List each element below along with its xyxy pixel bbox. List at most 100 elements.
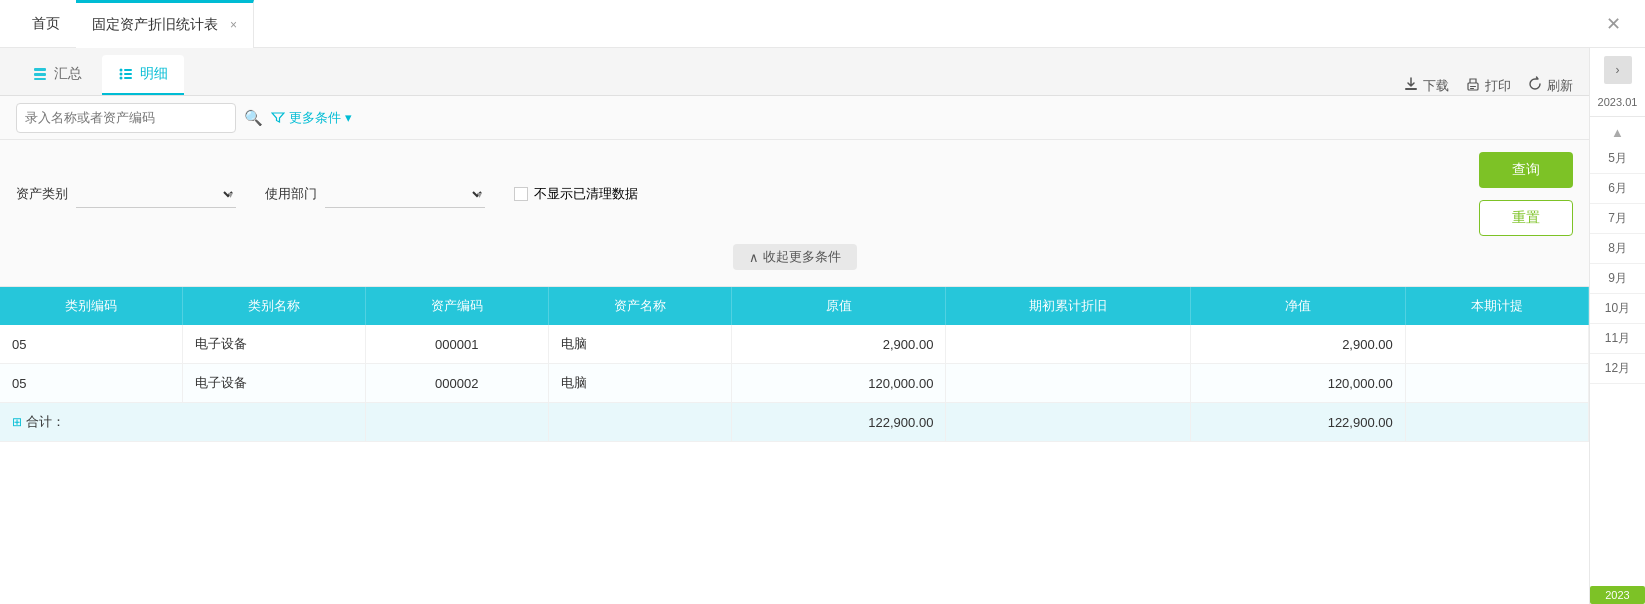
row2-net-value: 120,000.00	[1191, 364, 1405, 403]
row1-asset-code: 000001	[365, 325, 548, 364]
collapse-filter-button[interactable]: ∧ 收起更多条件	[733, 244, 857, 270]
asset-category-field: 资产类别 电子设备 ▾	[16, 180, 233, 208]
total-icon-cell: ⊞ 合计：	[0, 403, 365, 442]
tab-summary[interactable]: 汇总	[16, 55, 98, 95]
refresh-icon	[1527, 76, 1543, 95]
month-6[interactable]: 6月	[1590, 174, 1645, 204]
month-12[interactable]: 12月	[1590, 354, 1645, 384]
month-7[interactable]: 7月	[1590, 204, 1645, 234]
home-nav-item[interactable]: 首页	[16, 0, 76, 48]
row2-asset-name: 电脑	[548, 364, 731, 403]
col-asset-name: 资产名称	[548, 287, 731, 325]
svg-rect-6	[124, 73, 132, 75]
row2-original-value: 120,000.00	[732, 364, 946, 403]
tab-detail-label: 明细	[140, 65, 168, 83]
month-8[interactable]: 8月	[1590, 234, 1645, 264]
svg-rect-12	[1470, 88, 1474, 89]
query-button[interactable]: 查询	[1479, 152, 1573, 188]
tab-bar: 汇总 明细	[0, 48, 1589, 96]
month-10[interactable]: 10月	[1590, 294, 1645, 324]
department-select[interactable]	[325, 180, 485, 208]
sidebar-collapse-button[interactable]: ›	[1604, 56, 1632, 84]
refresh-button[interactable]: 刷新	[1527, 76, 1573, 95]
tab-detail[interactable]: 明细	[102, 55, 184, 95]
download-label: 下载	[1423, 77, 1449, 95]
col-original-value: 原值	[732, 287, 946, 325]
total-label-text: 合计：	[26, 413, 65, 431]
col-category-code: 类别编码	[0, 287, 182, 325]
total-original-value: 122,900.00	[732, 403, 946, 442]
search-input[interactable]	[16, 103, 236, 133]
download-icon	[1403, 76, 1419, 95]
scroll-up-button[interactable]: ▲	[1611, 121, 1624, 144]
svg-rect-2	[34, 78, 46, 80]
print-label: 打印	[1485, 77, 1511, 95]
search-icon[interactable]: 🔍	[244, 109, 263, 127]
dept-dropdown-icon: ▾	[477, 189, 482, 200]
department-field: 使用部门 ▾	[265, 180, 482, 208]
date-display: 2023.01	[1598, 92, 1638, 112]
toolbar-right: 下载 打印	[1403, 76, 1573, 95]
filter-label: 更多条件	[289, 109, 341, 127]
row1-asset-name: 电脑	[548, 325, 731, 364]
collapse-label: 收起更多条件	[763, 248, 841, 266]
month-5[interactable]: 5月	[1590, 144, 1645, 174]
svg-rect-11	[1470, 86, 1476, 87]
total-empty-1	[365, 403, 548, 442]
table-wrapper[interactable]: 类别编码 类别名称 资产编码 资产名称 原值 期初累计折旧 净值 本期计提 05…	[0, 287, 1589, 604]
left-panel: 汇总 明细	[0, 48, 1589, 604]
asset-category-select[interactable]: 电子设备	[76, 180, 236, 208]
chevron-down-icon: ▾	[345, 110, 352, 125]
assets-table: 类别编码 类别名称 资产编码 资产名称 原值 期初累计折旧 净值 本期计提 05…	[0, 287, 1589, 442]
download-button[interactable]: 下载	[1403, 76, 1449, 95]
col-accumulated-depreciation: 期初累计折旧	[946, 287, 1191, 325]
svg-rect-8	[124, 77, 132, 79]
asset-category-label: 资产类别	[16, 185, 68, 203]
reset-button[interactable]: 重置	[1479, 200, 1573, 236]
active-tab[interactable]: 固定资产折旧统计表 ×	[76, 0, 254, 48]
table-row[interactable]: 05 电子设备 000002 电脑 120,000.00 120,000.00	[0, 364, 1589, 403]
year-badge[interactable]: 2023	[1590, 586, 1645, 604]
total-accumulated	[946, 403, 1191, 442]
svg-rect-0	[34, 68, 46, 71]
row1-net-value: 2,900.00	[1191, 325, 1405, 364]
svg-point-3	[120, 69, 123, 72]
row2-accumulated-depreciation	[946, 364, 1191, 403]
layers-icon	[32, 66, 48, 82]
total-empty-2	[548, 403, 731, 442]
row2-category-name: 电子设备	[182, 364, 365, 403]
table-header-row: 类别编码 类别名称 资产编码 资产名称 原值 期初累计折旧 净值 本期计提	[0, 287, 1589, 325]
filter-toggle-button[interactable]: 更多条件 ▾	[271, 109, 352, 127]
row1-category-code: 05	[0, 325, 182, 364]
total-row: ⊞ 合计： 122,900.00 122,900.00	[0, 403, 1589, 442]
row2-category-code: 05	[0, 364, 182, 403]
month-9[interactable]: 9月	[1590, 264, 1645, 294]
tab-close-button[interactable]: ×	[230, 18, 237, 32]
row1-category-name: 电子设备	[182, 325, 365, 364]
print-button[interactable]: 打印	[1465, 76, 1511, 95]
filter-panel: 资产类别 电子设备 ▾ 使用部门 ▾ 不显示已清理数据	[0, 140, 1589, 287]
svg-rect-4	[124, 69, 132, 71]
row2-asset-code: 000002	[365, 364, 548, 403]
table-row[interactable]: 05 电子设备 000001 电脑 2,900.00 2,900.00	[0, 325, 1589, 364]
filter-buttons: 查询 重置	[1479, 152, 1573, 236]
main-content: 汇总 明细	[0, 48, 1645, 604]
tab-title: 固定资产折旧统计表	[92, 16, 218, 34]
total-icon: ⊞	[12, 415, 22, 429]
row1-current-depreciation	[1405, 325, 1588, 364]
top-nav: 首页 固定资产折旧统计表 × ✕	[0, 0, 1645, 48]
svg-point-5	[120, 73, 123, 76]
search-bar: 🔍 更多条件 ▾	[0, 96, 1589, 140]
total-net-value: 122,900.00	[1191, 403, 1405, 442]
filter-row-1: 资产类别 电子设备 ▾ 使用部门 ▾ 不显示已清理数据	[16, 152, 1573, 236]
col-category-name: 类别名称	[182, 287, 365, 325]
month-11[interactable]: 11月	[1590, 324, 1645, 354]
col-net-value: 净值	[1191, 287, 1405, 325]
col-asset-code: 资产编码	[365, 287, 548, 325]
hide-cleared-label: 不显示已清理数据	[534, 185, 638, 203]
hide-cleared-checkbox[interactable]	[514, 187, 528, 201]
right-sidebar: › 2023.01 ▲ 5月 6月 7月 8月 9月 10月 11月 12月 2…	[1589, 48, 1645, 604]
department-label: 使用部门	[265, 185, 317, 203]
window-close-button[interactable]: ✕	[1598, 13, 1629, 35]
list-icon	[118, 66, 134, 82]
